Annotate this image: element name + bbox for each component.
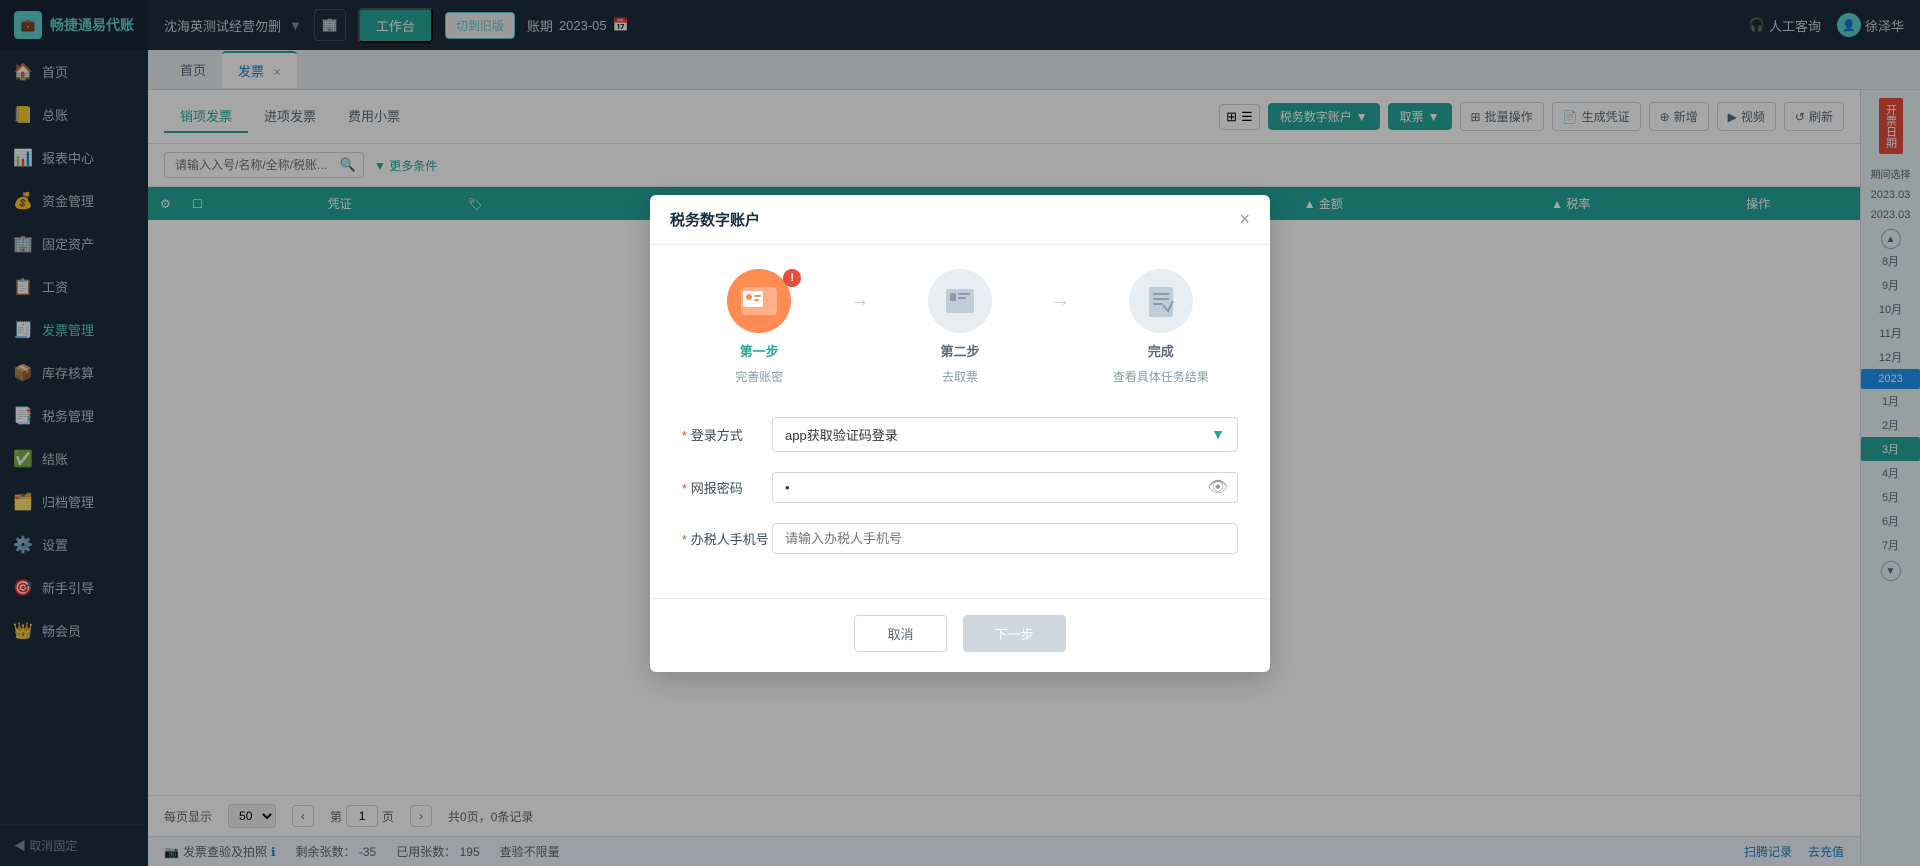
step-arrow-1: → [836,269,882,312]
required-mark: * [682,532,687,547]
modal-title: 税务数字账户 [670,209,760,230]
cancel-button[interactable]: 取消 [854,615,946,652]
toggle-password-icon[interactable]: 👁 [1208,477,1228,497]
password-input-wrap: 👁 [772,472,1238,503]
step-1-icon-wrap: ! [727,269,791,333]
step-2-icon [928,269,992,333]
step-2-label: 第二步 [940,341,979,360]
modal-header: 税务数字账户 × [650,195,1270,245]
password-label: * 网报密码 [682,478,772,497]
phone-input[interactable] [772,523,1238,554]
step-3-desc: 查看具体任务结果 [1113,368,1209,385]
modal-footer: 取消 下一步 [650,598,1270,672]
login-method-select[interactable]: app获取验证码登录 ▼ [772,417,1238,452]
steps-container: ! 第一步 完善账密 → [682,269,1238,385]
login-method-label: * 登录方式 [682,425,772,444]
modal-close-button[interactable]: × [1239,210,1250,228]
required-mark: * [682,428,687,443]
step-arrow-2: → [1037,269,1083,312]
required-mark: * [682,481,687,496]
step-3: 完成 查看具体任务结果 [1084,269,1238,385]
select-dropdown-icon: ▼ [1211,426,1225,442]
modal-overlay: 税务数字账户 × [0,0,1920,866]
login-method-value: app获取验证码登录 [785,425,898,444]
password-row: * 网报密码 👁 [682,472,1238,503]
login-method-row: * 登录方式 app获取验证码登录 ▼ [682,417,1238,452]
password-input[interactable] [772,472,1238,503]
tax-account-modal: 税务数字账户 × [650,195,1270,672]
phone-label: * 办税人手机号 [682,529,772,548]
step-1: ! 第一步 完善账密 [682,269,836,385]
step-1-icon [727,269,791,333]
step-1-label: 第一步 [740,341,779,360]
step-3-icon [1129,269,1193,333]
phone-input-wrap [772,523,1238,554]
step-1-badge: ! [783,269,801,287]
step-2: 第二步 去取票 [883,269,1037,385]
step-3-label: 完成 [1148,341,1174,360]
step-1-desc: 完善账密 [735,368,783,385]
phone-row: * 办税人手机号 [682,523,1238,554]
next-button[interactable]: 下一步 [963,615,1066,652]
modal-body: ! 第一步 完善账密 → [650,245,1270,598]
step-2-desc: 去取票 [942,368,978,385]
